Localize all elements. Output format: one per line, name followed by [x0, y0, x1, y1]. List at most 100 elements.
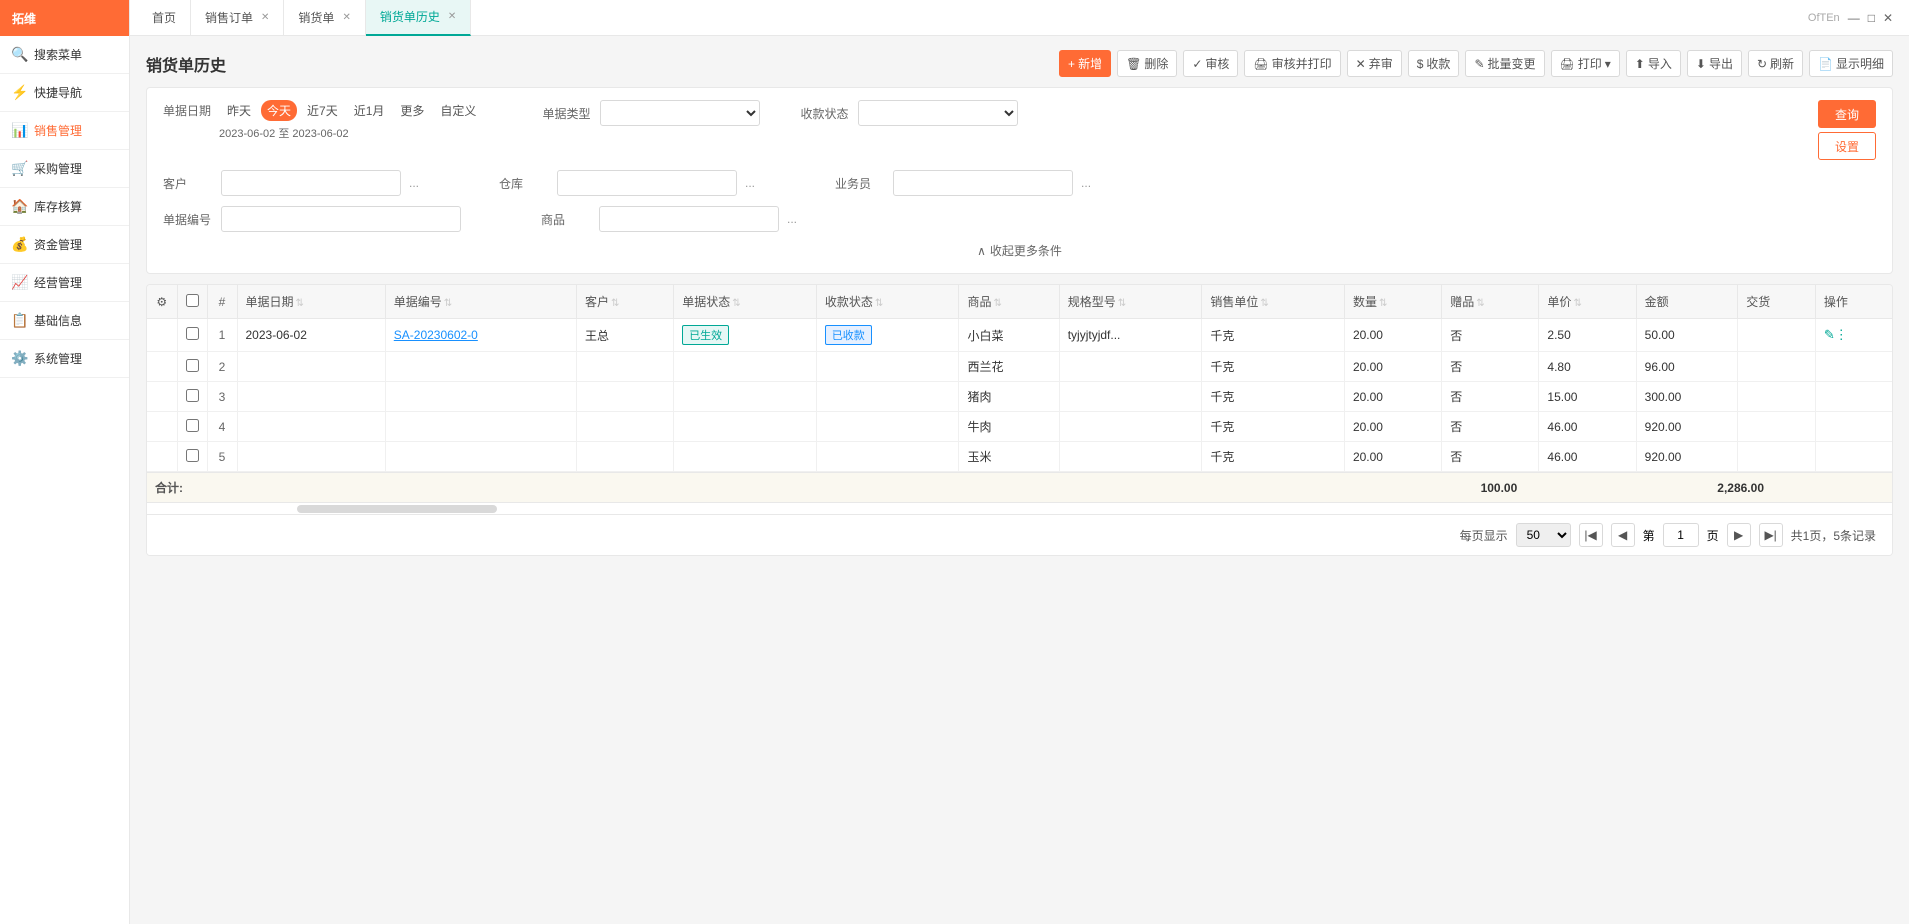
warehouse-dots[interactable]: ...: [745, 176, 755, 190]
sidebar-item-purchase-mgmt[interactable]: 🛒 采购管理: [0, 150, 129, 188]
table-goods-header[interactable]: 商品⇅: [959, 285, 1059, 319]
sidebar-item-sales-mgmt[interactable]: 📊 销售管理: [0, 112, 129, 150]
scrollbar-thumb[interactable]: [297, 505, 497, 513]
import-button[interactable]: ⬆ 导入: [1626, 50, 1681, 77]
new-button[interactable]: + 新增: [1059, 50, 1111, 77]
audit-button[interactable]: ✓ 审核: [1183, 50, 1238, 77]
select-all-checkbox[interactable]: [186, 294, 199, 307]
paymentstatus-cell: [816, 412, 959, 442]
sidebar-item-quick-nav[interactable]: ⚡ 快捷导航: [0, 74, 129, 112]
row-checkbox-4[interactable]: [186, 449, 199, 462]
tab-sales-goods[interactable]: 销货单 ✕: [284, 0, 365, 36]
tab-sales-order[interactable]: 销售订单 ✕: [191, 0, 284, 36]
sort-docstatus-icon: ⇅: [732, 298, 740, 309]
close-window-icon[interactable]: ✕: [1883, 11, 1893, 25]
table-amount-header[interactable]: 金额: [1636, 285, 1738, 319]
refresh-button[interactable]: ↻ 刷新: [1748, 50, 1803, 77]
horizontal-scrollbar[interactable]: [147, 502, 1892, 514]
date-tab-more[interactable]: 更多: [394, 100, 430, 121]
sidebar-item-basic-info[interactable]: 📋 基础信息: [0, 302, 129, 340]
collect-button[interactable]: $ 收款: [1408, 50, 1460, 77]
more-row-icon[interactable]: ⋮: [1835, 327, 1848, 342]
tab-sales-goods-history[interactable]: 销货单历史 ✕: [366, 0, 471, 36]
row-checkbox-2[interactable]: [186, 389, 199, 402]
abandon-button[interactable]: ✕ 弃审: [1347, 50, 1402, 77]
prev-page-button[interactable]: ◀: [1611, 523, 1635, 547]
table-docstatus-header[interactable]: 单据状态⇅: [674, 285, 817, 319]
sidebar-item-system-mgmt[interactable]: ⚙️ 系统管理: [0, 340, 129, 378]
num-cell: 5: [207, 442, 237, 472]
sales-person-dots[interactable]: ...: [1081, 176, 1091, 190]
table-gift-header[interactable]: 赠品⇅: [1442, 285, 1539, 319]
row-checkbox-0[interactable]: [186, 327, 199, 340]
customer-input[interactable]: [221, 170, 401, 196]
table-quantity-header[interactable]: 数量⇅: [1344, 285, 1441, 319]
first-page-button[interactable]: |◀: [1579, 523, 1603, 547]
print-button[interactable]: 🖨 打印 ▾: [1551, 50, 1620, 77]
doc-type-select[interactable]: [600, 100, 760, 126]
table-unitprice-header[interactable]: 单价⇅: [1539, 285, 1636, 319]
table-footer: 合计: 100.00 2,286.00: [147, 472, 1892, 502]
page-size-label: 每页显示: [1460, 527, 1508, 544]
batch-change-button[interactable]: ✎ 批量变更: [1465, 50, 1544, 77]
docstatus-cell: 已生效: [674, 319, 817, 352]
goods-cell: 玉米: [959, 442, 1059, 472]
unitprice-cell: 2.50: [1539, 319, 1636, 352]
date-tab-yesterday[interactable]: 昨天: [221, 100, 257, 121]
table-salesunit-header[interactable]: 销售单位⇅: [1202, 285, 1345, 319]
sidebar-item-finance-mgmt[interactable]: 💰 资金管理: [0, 226, 129, 264]
row-checkbox-3[interactable]: [186, 419, 199, 432]
export-button[interactable]: ⬇ 导出: [1687, 50, 1742, 77]
doc-no-input[interactable]: [221, 206, 461, 232]
query-button[interactable]: 查询: [1818, 100, 1876, 128]
customer-cell: [576, 382, 673, 412]
table-customer-header[interactable]: 客户⇅: [576, 285, 673, 319]
warehouse-input[interactable]: [557, 170, 737, 196]
table-settings-header[interactable]: ⚙: [147, 285, 177, 319]
collapse-button[interactable]: ∧ 收起更多条件: [163, 240, 1876, 261]
delete-button[interactable]: 🗑 删除: [1117, 50, 1177, 77]
show-detail-button[interactable]: 📄 显示明细: [1809, 50, 1893, 77]
table-docno-header[interactable]: 单据编号⇅: [385, 285, 576, 319]
goods-input[interactable]: [599, 206, 779, 232]
next-page-button[interactable]: ▶: [1727, 523, 1751, 547]
quantity-cell: 20.00: [1344, 412, 1441, 442]
edit-icon: ✎: [1474, 57, 1484, 71]
customer-dots[interactable]: ...: [409, 176, 419, 190]
date-tab-7days[interactable]: 近7天: [301, 100, 344, 121]
page-size-select[interactable]: 50 20 100: [1516, 523, 1571, 547]
maximize-icon[interactable]: □: [1868, 11, 1875, 25]
amount-cell: 920.00: [1636, 442, 1738, 472]
date-tab-1month[interactable]: 近1月: [348, 100, 391, 121]
table-date-header[interactable]: 单据日期⇅: [237, 285, 385, 319]
last-page-button[interactable]: ▶|: [1759, 523, 1783, 547]
trade-cell: [1738, 442, 1816, 472]
sort-spectype-icon: ⇅: [1118, 298, 1126, 309]
tab-close-sales-order[interactable]: ✕: [261, 12, 269, 23]
table-checkbox-header[interactable]: [177, 285, 207, 319]
tab-close-sales-goods-history[interactable]: ✕: [448, 11, 456, 22]
num-cell: 4: [207, 412, 237, 442]
chart-icon: 📊: [12, 123, 28, 139]
docno-link[interactable]: SA-20230602-0: [394, 328, 478, 342]
minimize-icon[interactable]: —: [1848, 11, 1860, 25]
date-tab-today[interactable]: 今天: [261, 100, 297, 121]
goods-dots[interactable]: ...: [787, 212, 797, 226]
tab-home[interactable]: 首页: [138, 0, 191, 36]
date-tab-custom[interactable]: 自定义: [434, 100, 482, 121]
sidebar-item-operations-mgmt[interactable]: 📈 经营管理: [0, 264, 129, 302]
total-pages-info: 共1页，5条记录: [1791, 527, 1876, 544]
sales-person-input[interactable]: [893, 170, 1073, 196]
set-button[interactable]: 设置: [1818, 132, 1876, 160]
unitprice-cell: 15.00: [1539, 382, 1636, 412]
edit-row-icon[interactable]: ✎: [1824, 327, 1835, 342]
sidebar-item-inventory-calc[interactable]: 🏠 库存核算: [0, 188, 129, 226]
payment-status-select[interactable]: [858, 100, 1018, 126]
table-spectype-header[interactable]: 规格型号⇅: [1059, 285, 1202, 319]
tab-close-sales-goods[interactable]: ✕: [342, 12, 350, 23]
audit-print-button[interactable]: 🖨 审核并打印: [1244, 50, 1340, 77]
table-paymentstatus-header[interactable]: 收款状态⇅: [816, 285, 959, 319]
row-checkbox-1[interactable]: [186, 359, 199, 372]
sidebar-item-search-menu[interactable]: 🔍 搜索菜单: [0, 36, 129, 74]
page-number-input[interactable]: [1663, 523, 1699, 547]
